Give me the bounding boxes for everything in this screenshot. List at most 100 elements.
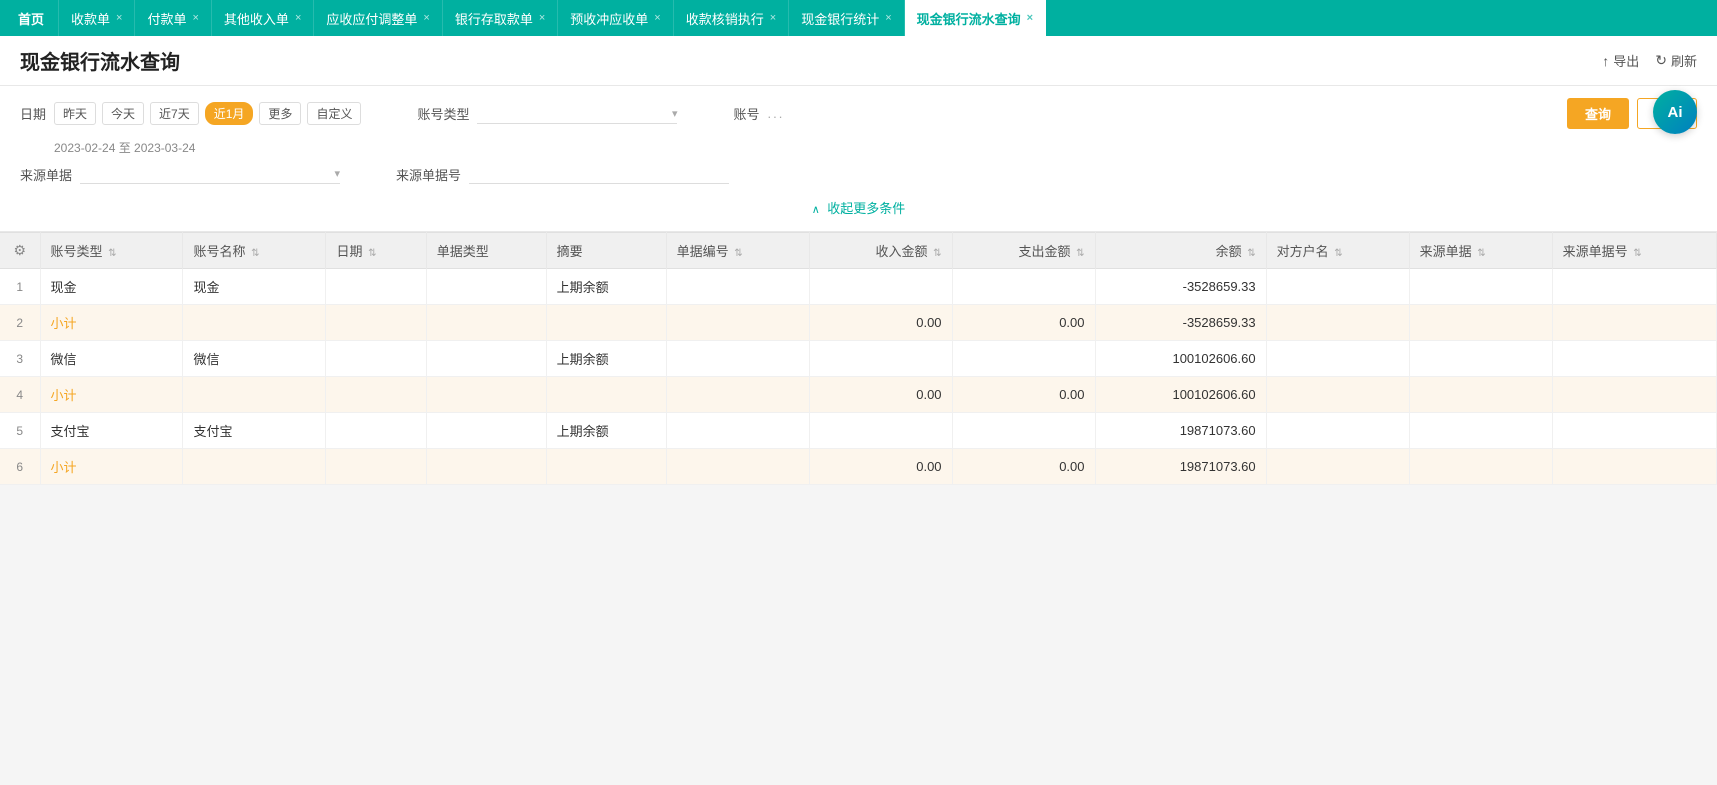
source-doc-no-input[interactable] <box>469 164 729 183</box>
cell-income <box>809 413 952 449</box>
sort-expense[interactable]: ⇅ <box>1076 248 1084 259</box>
date-btn-1month[interactable]: 近1月 <box>205 102 254 125</box>
cell-balance: 100102606.60 <box>1095 341 1266 377</box>
sort-account-name[interactable]: ⇅ <box>251 248 259 259</box>
date-btn-7days[interactable]: 近7天 <box>150 102 199 125</box>
date-btn-more[interactable]: 更多 <box>259 102 301 125</box>
nav-adjustment[interactable]: 应收应付调整单 × <box>314 0 442 36</box>
account-type-label: 账号类型 <box>417 104 469 123</box>
nav-verify-close[interactable]: × <box>770 12 776 24</box>
table-body: 1现金现金上期余额-3528659.332小计0.000.00-3528659.… <box>0 269 1717 485</box>
col-income[interactable]: 收入金额 ⇅ <box>809 233 952 269</box>
sort-doc-no[interactable]: ⇅ <box>734 248 742 259</box>
cell-doc-no <box>666 269 809 305</box>
col-doc-type: 单据类型 <box>426 233 546 269</box>
refresh-icon: ↻ <box>1655 52 1667 69</box>
cell-income: 0.00 <box>809 449 952 485</box>
col-balance[interactable]: 余额 ⇅ <box>1095 233 1266 269</box>
cell-row-no: 5 <box>0 413 40 449</box>
export-button[interactable]: ↑ 导出 <box>1602 51 1639 70</box>
cell-date <box>326 305 426 341</box>
col-account-type[interactable]: 账号类型 ⇅ <box>40 233 183 269</box>
cell-row-no: 3 <box>0 341 40 377</box>
nav-prepay-close[interactable]: × <box>654 12 660 24</box>
sort-source-doc-no[interactable]: ⇅ <box>1633 248 1641 259</box>
nav-other-income-close[interactable]: × <box>295 12 301 24</box>
date-range-text: 2023-02-24 至 2023-03-24 <box>54 141 195 155</box>
date-btn-today[interactable]: 今天 <box>102 102 144 125</box>
col-source-doc-no[interactable]: 来源单据号 ⇅ <box>1552 233 1716 269</box>
date-btn-yesterday[interactable]: 昨天 <box>54 102 96 125</box>
source-doc-input-wrap[interactable]: ▾ <box>80 164 340 184</box>
account-group: 账号 ... <box>733 104 784 123</box>
source-doc-no-input-wrap[interactable] <box>469 164 729 184</box>
cell-source-doc-no <box>1552 269 1716 305</box>
sort-date[interactable]: ⇅ <box>368 248 376 259</box>
account-type-input-wrap[interactable]: ▾ <box>477 104 677 124</box>
nav-cash-flow-active[interactable]: 现金银行流水查询 × <box>905 0 1046 36</box>
cell-date <box>326 449 426 485</box>
nav-verify[interactable]: 收款核销执行 × <box>674 0 789 36</box>
gear-icon[interactable]: ⚙ <box>13 242 26 258</box>
source-doc-arrow: ▾ <box>334 167 340 180</box>
cell-expense <box>952 269 1095 305</box>
source-doc-label: 来源单据 <box>20 165 72 184</box>
cell-account-type: 小计 <box>40 377 183 413</box>
page-title: 现金银行流水查询 <box>20 46 180 75</box>
table-row: 6小计0.000.0019871073.60 <box>0 449 1717 485</box>
account-type-input[interactable] <box>477 104 667 123</box>
nav-cash-stats-close[interactable]: × <box>885 12 891 24</box>
col-source-doc[interactable]: 来源单据 ⇅ <box>1409 233 1552 269</box>
cell-summary <box>546 449 666 485</box>
cell-expense: 0.00 <box>952 449 1095 485</box>
date-btn-custom[interactable]: 自定义 <box>307 102 361 125</box>
sort-counterpart[interactable]: ⇅ <box>1334 248 1342 259</box>
cell-balance: 19871073.60 <box>1095 413 1266 449</box>
ai-badge[interactable]: Ai <box>1653 90 1697 134</box>
query-button[interactable]: 查询 <box>1567 98 1629 129</box>
cell-source-doc <box>1409 377 1552 413</box>
cell-counterpart <box>1266 341 1409 377</box>
col-settings[interactable]: ⚙ <box>0 233 40 269</box>
nav-prepay[interactable]: 预收冲应收单 × <box>558 0 673 36</box>
account-label: 账号 <box>733 104 759 123</box>
nav-receipt-close[interactable]: × <box>116 12 122 24</box>
table-header-row: ⚙ 账号类型 ⇅ 账号名称 ⇅ 日期 ⇅ 单据类型 摘要 <box>0 233 1717 269</box>
data-table: ⚙ 账号类型 ⇅ 账号名称 ⇅ 日期 ⇅ 单据类型 摘要 <box>0 232 1717 485</box>
table-row: 3微信微信上期余额100102606.60 <box>0 341 1717 377</box>
col-date[interactable]: 日期 ⇅ <box>326 233 426 269</box>
cell-source-doc-no <box>1552 305 1716 341</box>
source-doc-input[interactable] <box>80 164 330 183</box>
nav-cash-stats[interactable]: 现金银行统计 × <box>789 0 904 36</box>
cell-account-name <box>183 449 326 485</box>
cell-account-type: 小计 <box>40 449 183 485</box>
nav-home[interactable]: 首页 <box>4 0 59 36</box>
cell-doc-no <box>666 377 809 413</box>
nav-payment[interactable]: 付款单 × <box>135 0 211 36</box>
nav-adjustment-close[interactable]: × <box>423 12 429 24</box>
cell-summary <box>546 305 666 341</box>
col-doc-no[interactable]: 单据编号 ⇅ <box>666 233 809 269</box>
nav-receipt[interactable]: 收款单 × <box>59 0 135 36</box>
col-counterpart[interactable]: 对方户名 ⇅ <box>1266 233 1409 269</box>
sort-balance[interactable]: ⇅ <box>1247 248 1255 259</box>
cell-account-name: 现金 <box>183 269 326 305</box>
sort-income[interactable]: ⇅ <box>933 248 941 259</box>
sort-account-type[interactable]: ⇅ <box>108 248 116 259</box>
collapse-bar[interactable]: ∧ 收起更多条件 <box>20 194 1697 223</box>
cell-account-type: 现金 <box>40 269 183 305</box>
cell-row-no: 4 <box>0 377 40 413</box>
cell-summary: 上期余额 <box>546 413 666 449</box>
nav-cash-flow-close[interactable]: × <box>1027 12 1033 24</box>
cell-doc-no <box>666 413 809 449</box>
refresh-button[interactable]: ↻ 刷新 <box>1655 51 1697 70</box>
nav-payment-close[interactable]: × <box>192 12 198 24</box>
nav-bank-deposit-close[interactable]: × <box>539 12 545 24</box>
col-account-name[interactable]: 账号名称 ⇅ <box>183 233 326 269</box>
cell-balance: -3528659.33 <box>1095 269 1266 305</box>
sort-source-doc[interactable]: ⇅ <box>1477 248 1485 259</box>
col-expense[interactable]: 支出金额 ⇅ <box>952 233 1095 269</box>
nav-bank-deposit[interactable]: 银行存取款单 × <box>443 0 558 36</box>
cell-row-no: 2 <box>0 305 40 341</box>
nav-other-income[interactable]: 其他收入单 × <box>212 0 314 36</box>
